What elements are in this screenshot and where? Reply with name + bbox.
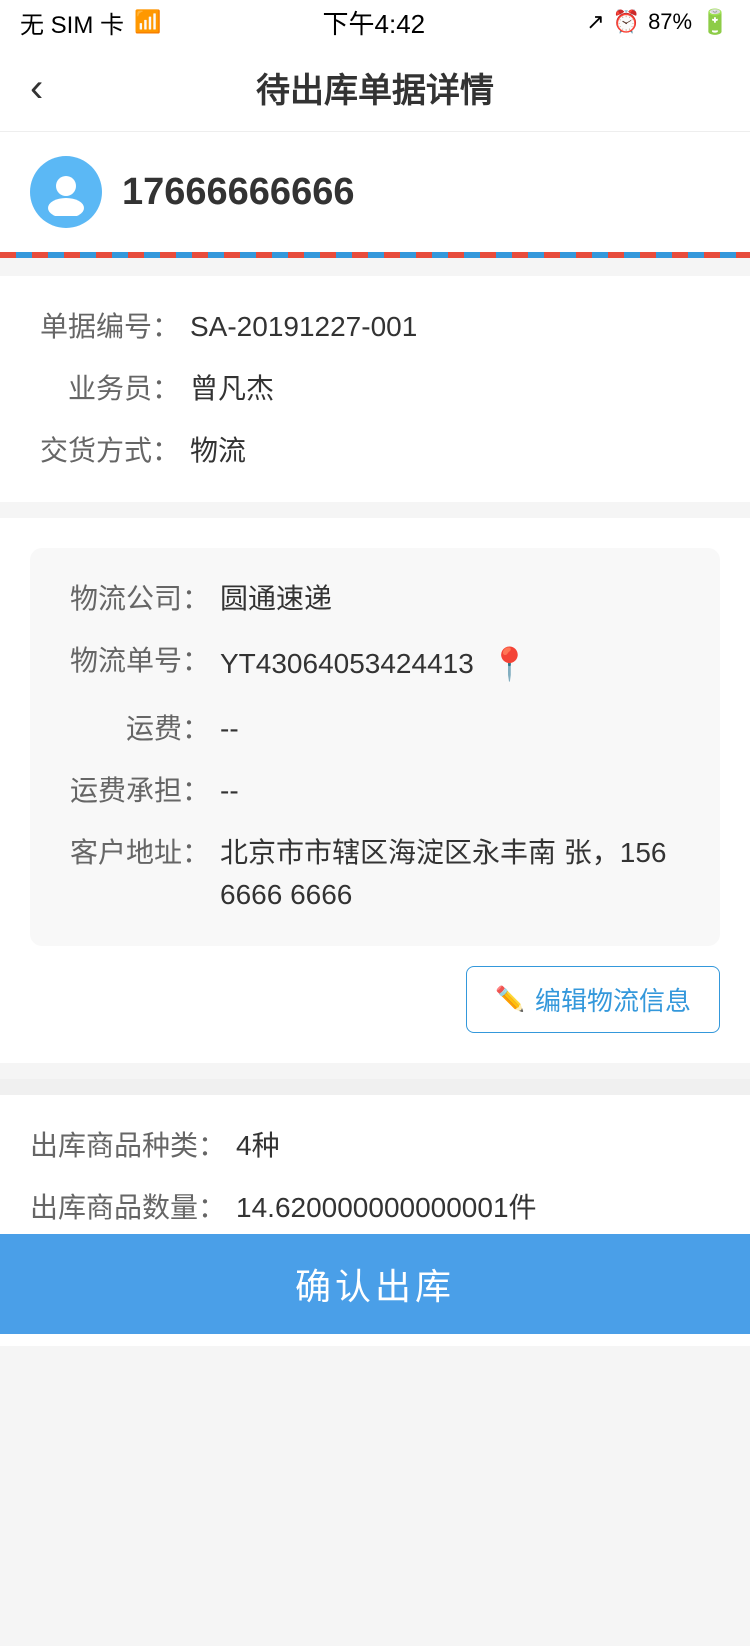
wifi-icon: 📶 [134, 9, 161, 35]
status-left: 无 SIM 卡 📶 [20, 5, 161, 40]
edit-icon: ✏️ [495, 985, 525, 1014]
logistics-card: 物流公司： 圆通速递 物流单号： YT43064053424413 📍 运费： … [30, 548, 720, 946]
page-title: 待出库单据详情 [256, 63, 494, 112]
goods-quantity-row: 出库商品数量： 14.620000000000001件 [30, 1187, 720, 1229]
freight-bearer-value: -- [220, 770, 690, 812]
goods-quantity-label: 出库商品数量： [30, 1187, 236, 1229]
order-no-label: 单据编号： [30, 306, 190, 348]
order-no-row: 单据编号： SA-20191227-001 [30, 306, 720, 348]
address-label: 客户地址： [60, 832, 220, 874]
battery-label: 87% [648, 9, 692, 35]
delivery-method-value: 物流 [190, 430, 720, 472]
goods-quantity-value: 14.620000000000001件 [236, 1187, 720, 1229]
logistics-section: 物流公司： 圆通速递 物流单号： YT43064053424413 📍 运费： … [0, 518, 750, 1063]
separator [0, 1079, 750, 1095]
time-label: 下午4:42 [323, 4, 426, 41]
alarm-icon: ⏰ [613, 9, 640, 35]
freight-bearer-row: 运费承担： -- [60, 770, 690, 812]
bottom-spacer [0, 1346, 750, 1546]
battery-icon: 🔋 [700, 8, 730, 37]
freight-value: -- [220, 708, 690, 750]
back-button[interactable]: ‹ [30, 68, 43, 108]
status-bar: 无 SIM 卡 📶 下午4:42 ↗ ⏰ 87% 🔋 [0, 0, 750, 44]
customer-header: 17666666666 [0, 132, 750, 252]
salesperson-value: 曾凡杰 [190, 368, 720, 410]
address-row: 客户地址： 北京市市辖区海淀区永丰南 张，156 6666 6666 [60, 832, 690, 916]
salesperson-row: 业务员： 曾凡杰 [30, 368, 720, 410]
status-right: ↗ ⏰ 87% 🔋 [586, 8, 730, 37]
nav-bar: ‹ 待出库单据详情 [0, 44, 750, 132]
location-icon[interactable]: 📍 [490, 640, 530, 688]
customer-phone: 17666666666 [122, 171, 354, 214]
tracking-no-row: 物流单号： YT43064053424413 📍 [60, 640, 690, 688]
confirm-button[interactable]: 确认出库 [0, 1234, 750, 1334]
edit-logistics-button[interactable]: ✏️ 编辑物流信息 [466, 966, 720, 1033]
confirm-label: 确认出库 [295, 1258, 455, 1310]
address-value: 北京市市辖区海淀区永丰南 张，156 6666 6666 [220, 832, 690, 916]
logistics-company-value: 圆通速递 [220, 578, 690, 620]
tracking-no-label: 物流单号： [60, 640, 220, 682]
freight-row: 运费： -- [60, 708, 690, 750]
order-info-section: 单据编号： SA-20191227-001 业务员： 曾凡杰 交货方式： 物流 [0, 276, 750, 502]
freight-label: 运费： [60, 708, 220, 750]
goods-type-row: 出库商品种类： 4种 [30, 1125, 720, 1167]
location-arrow-icon: ↗ [586, 9, 604, 35]
edit-logistics-row: ✏️ 编辑物流信息 [30, 966, 720, 1033]
goods-type-label: 出库商品种类： [30, 1125, 236, 1167]
delivery-method-row: 交货方式： 物流 [30, 430, 720, 472]
dashed-divider [0, 252, 750, 258]
logistics-company-row: 物流公司： 圆通速递 [60, 578, 690, 620]
carrier-label: 无 SIM 卡 [20, 5, 124, 40]
delivery-method-label: 交货方式： [30, 430, 190, 472]
goods-type-value: 4种 [236, 1125, 720, 1167]
salesperson-label: 业务员： [30, 368, 190, 410]
edit-logistics-label: 编辑物流信息 [535, 981, 691, 1018]
tracking-no-value: YT43064053424413 📍 [220, 640, 690, 688]
freight-bearer-label: 运费承担： [60, 770, 220, 812]
order-no-value: SA-20191227-001 [190, 306, 720, 348]
avatar [30, 156, 102, 228]
logistics-company-label: 物流公司： [60, 578, 220, 620]
